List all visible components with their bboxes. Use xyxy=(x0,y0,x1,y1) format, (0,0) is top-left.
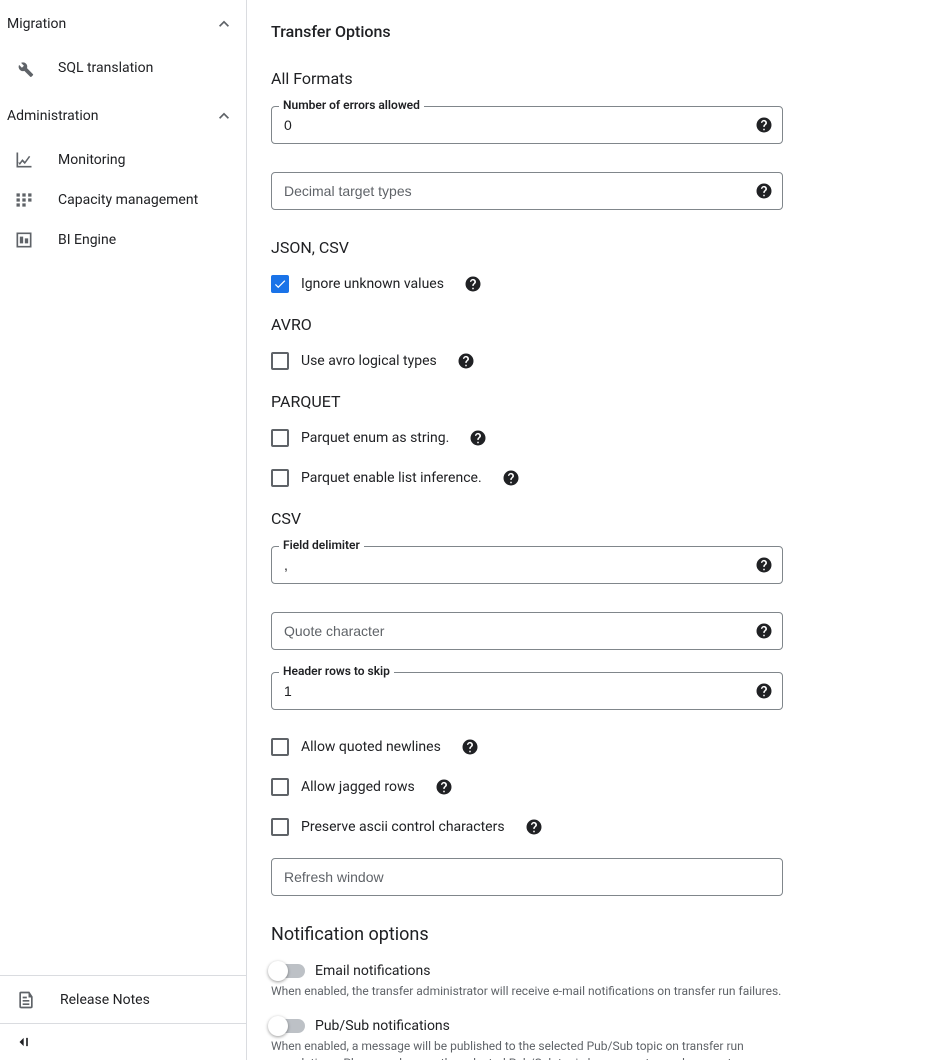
chevron-up-icon xyxy=(214,14,234,34)
email-notifications-toggle[interactable] xyxy=(271,964,305,978)
sidebar-item-sql-translation[interactable]: SQL translation xyxy=(0,48,246,88)
sidebar-item-release-notes[interactable]: Release Notes xyxy=(0,976,246,1024)
allow-quoted-newlines-label: Allow quoted newlines xyxy=(301,739,441,755)
decimal-target-types-field xyxy=(271,172,783,210)
csv-header: CSV xyxy=(271,509,928,528)
parquet-enum-label: Parquet enum as string. xyxy=(301,430,449,446)
refresh-window-input[interactable] xyxy=(271,858,783,896)
bi-engine-icon xyxy=(14,230,34,250)
help-icon[interactable] xyxy=(469,429,487,447)
sidebar-section-administration[interactable]: Administration xyxy=(0,92,246,140)
sidebar-section-migration[interactable]: Migration xyxy=(0,0,246,48)
sidebar-section-label: Administration xyxy=(7,108,98,124)
sidebar-collapse-button[interactable] xyxy=(0,1024,246,1060)
avro-logical-types-checkbox[interactable] xyxy=(271,352,289,370)
parquet-list-inference-checkbox[interactable] xyxy=(271,469,289,487)
field-delimiter-label: Field delimiter xyxy=(279,538,364,552)
sidebar-section-label: Migration xyxy=(7,16,66,32)
pubsub-notifications-desc: When enabled, a message will be publishe… xyxy=(271,1038,783,1060)
quote-character-field xyxy=(271,612,783,650)
email-notifications-desc: When enabled, the transfer administrator… xyxy=(271,983,783,1000)
json-csv-header: JSON, CSV xyxy=(271,238,928,257)
help-icon[interactable] xyxy=(755,622,773,640)
avro-logical-types-label: Use avro logical types xyxy=(301,353,437,369)
release-notes-label: Release Notes xyxy=(60,992,150,1008)
sidebar-item-label: SQL translation xyxy=(58,60,153,76)
errors-allowed-label: Number of errors allowed xyxy=(279,98,424,112)
pubsub-notifications-toggle[interactable] xyxy=(271,1019,305,1033)
parquet-enum-checkbox[interactable] xyxy=(271,429,289,447)
chart-icon xyxy=(14,150,34,170)
sidebar-item-label: BI Engine xyxy=(58,232,116,248)
help-icon[interactable] xyxy=(755,682,773,700)
sidebar-item-label: Monitoring xyxy=(58,152,126,168)
main-content: Transfer Options All Formats Number of e… xyxy=(247,0,952,1060)
errors-allowed-field: Number of errors allowed xyxy=(271,106,783,144)
allow-jagged-rows-checkbox[interactable] xyxy=(271,778,289,796)
wrench-icon xyxy=(14,58,34,78)
page-title: Transfer Options xyxy=(271,22,928,41)
notification-options-header: Notification options xyxy=(271,924,928,945)
sidebar: Migration SQL translation Administration… xyxy=(0,0,247,1060)
parquet-list-inference-label: Parquet enable list inference. xyxy=(301,470,482,486)
allow-jagged-rows-label: Allow jagged rows xyxy=(301,779,415,795)
sidebar-item-label: Capacity management xyxy=(58,192,198,208)
preserve-ascii-label: Preserve ascii control characters xyxy=(301,819,505,835)
parquet-header: PARQUET xyxy=(271,392,928,411)
chevron-up-icon xyxy=(214,106,234,126)
field-delimiter-field: Field delimiter xyxy=(271,546,783,584)
header-rows-label: Header rows to skip xyxy=(279,664,394,678)
sidebar-item-capacity[interactable]: Capacity management xyxy=(0,180,246,220)
sidebar-item-monitoring[interactable]: Monitoring xyxy=(0,140,246,180)
preserve-ascii-checkbox[interactable] xyxy=(271,818,289,836)
help-icon[interactable] xyxy=(525,818,543,836)
pubsub-notifications-label: Pub/Sub notifications xyxy=(315,1018,450,1034)
help-icon[interactable] xyxy=(461,738,479,756)
help-icon[interactable] xyxy=(755,116,773,134)
email-notifications-label: Email notifications xyxy=(315,963,430,979)
capacity-icon xyxy=(14,190,34,210)
help-icon[interactable] xyxy=(435,778,453,796)
quote-character-input[interactable] xyxy=(271,612,783,650)
allow-quoted-newlines-checkbox[interactable] xyxy=(271,738,289,756)
help-icon[interactable] xyxy=(502,469,520,487)
help-icon[interactable] xyxy=(464,275,482,293)
refresh-window-field xyxy=(271,858,783,896)
help-icon[interactable] xyxy=(457,352,475,370)
notes-icon xyxy=(16,990,36,1010)
collapse-icon xyxy=(12,1032,32,1052)
help-icon[interactable] xyxy=(755,556,773,574)
help-icon[interactable] xyxy=(755,182,773,200)
header-rows-field: Header rows to skip xyxy=(271,672,783,710)
decimal-target-types-input[interactable] xyxy=(271,172,783,210)
all-formats-header: All Formats xyxy=(271,69,928,88)
ignore-unknown-label: Ignore unknown values xyxy=(301,276,444,292)
sidebar-item-bi-engine[interactable]: BI Engine xyxy=(0,220,246,260)
ignore-unknown-checkbox[interactable] xyxy=(271,275,289,293)
avro-header: AVRO xyxy=(271,315,928,334)
